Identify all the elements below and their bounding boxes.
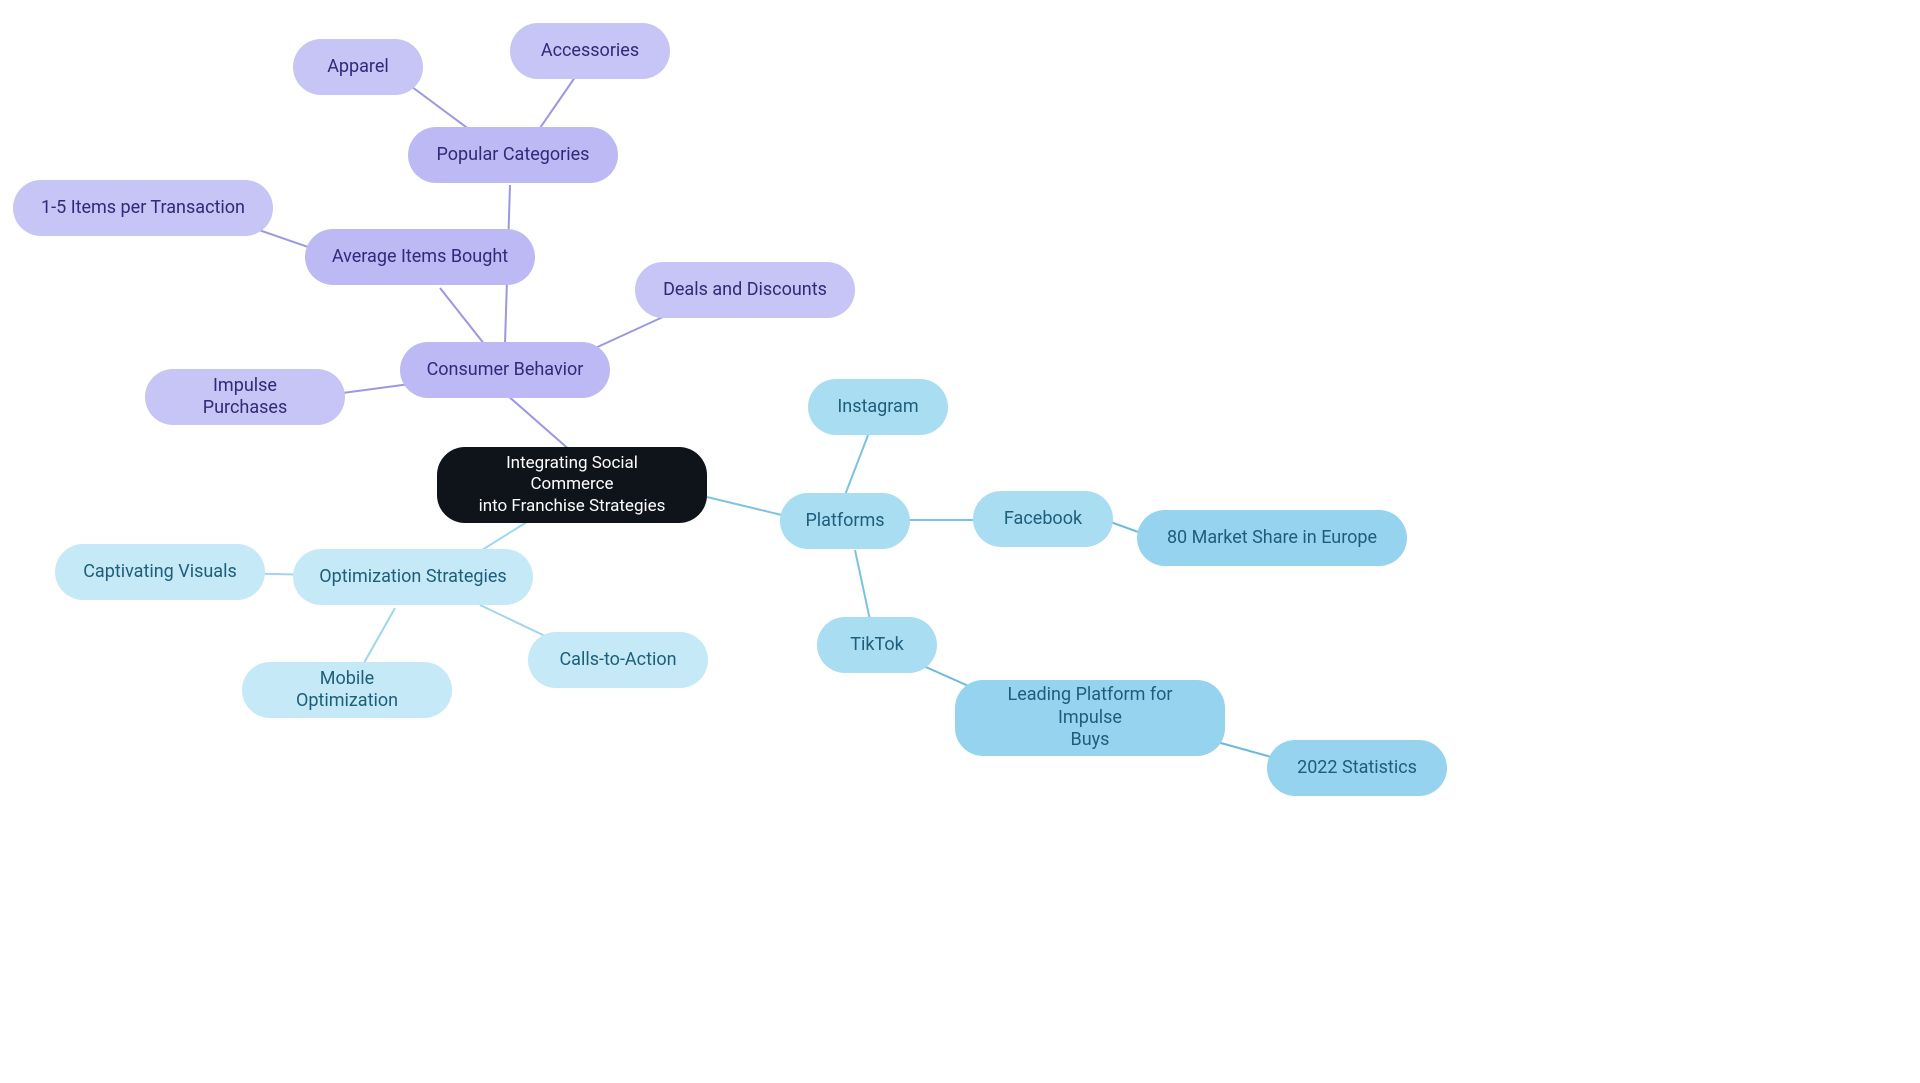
impulse-purchases-node[interactable]: Impulse Purchases bbox=[145, 369, 345, 425]
facebook-node[interactable]: Facebook bbox=[973, 491, 1113, 547]
accessories-node[interactable]: Accessories bbox=[510, 23, 670, 79]
popular-categories-node[interactable]: Popular Categories bbox=[408, 127, 618, 183]
tiktok-node[interactable]: TikTok bbox=[817, 617, 937, 673]
cta-node[interactable]: Calls-to-Action bbox=[528, 632, 708, 688]
instagram-node[interactable]: Instagram bbox=[808, 379, 948, 435]
root-node[interactable]: Integrating Social Commerce into Franchi… bbox=[437, 447, 707, 523]
captivating-visuals-node[interactable]: Captivating Visuals bbox=[55, 544, 265, 600]
optimization-node[interactable]: Optimization Strategies bbox=[293, 549, 533, 605]
mobile-optimization-node[interactable]: Mobile Optimization bbox=[242, 662, 452, 718]
deals-discounts-node[interactable]: Deals and Discounts bbox=[635, 262, 855, 318]
tiktok-impulse-node[interactable]: Leading Platform for Impulse Buys bbox=[955, 680, 1225, 756]
edge-layer bbox=[0, 0, 1920, 1083]
facebook-share-node[interactable]: 80 Market Share in Europe bbox=[1137, 510, 1407, 566]
items-per-transaction-node[interactable]: 1-5 Items per Transaction bbox=[13, 180, 273, 236]
mindmap-canvas: Integrating Social Commerce into Franchi… bbox=[0, 0, 1920, 1083]
tiktok-stat-node[interactable]: 2022 Statistics bbox=[1267, 740, 1447, 796]
apparel-node[interactable]: Apparel bbox=[293, 39, 423, 95]
platforms-node[interactable]: Platforms bbox=[780, 493, 910, 549]
consumer-behavior-node[interactable]: Consumer Behavior bbox=[400, 342, 610, 398]
avg-items-node[interactable]: Average Items Bought bbox=[305, 229, 535, 285]
